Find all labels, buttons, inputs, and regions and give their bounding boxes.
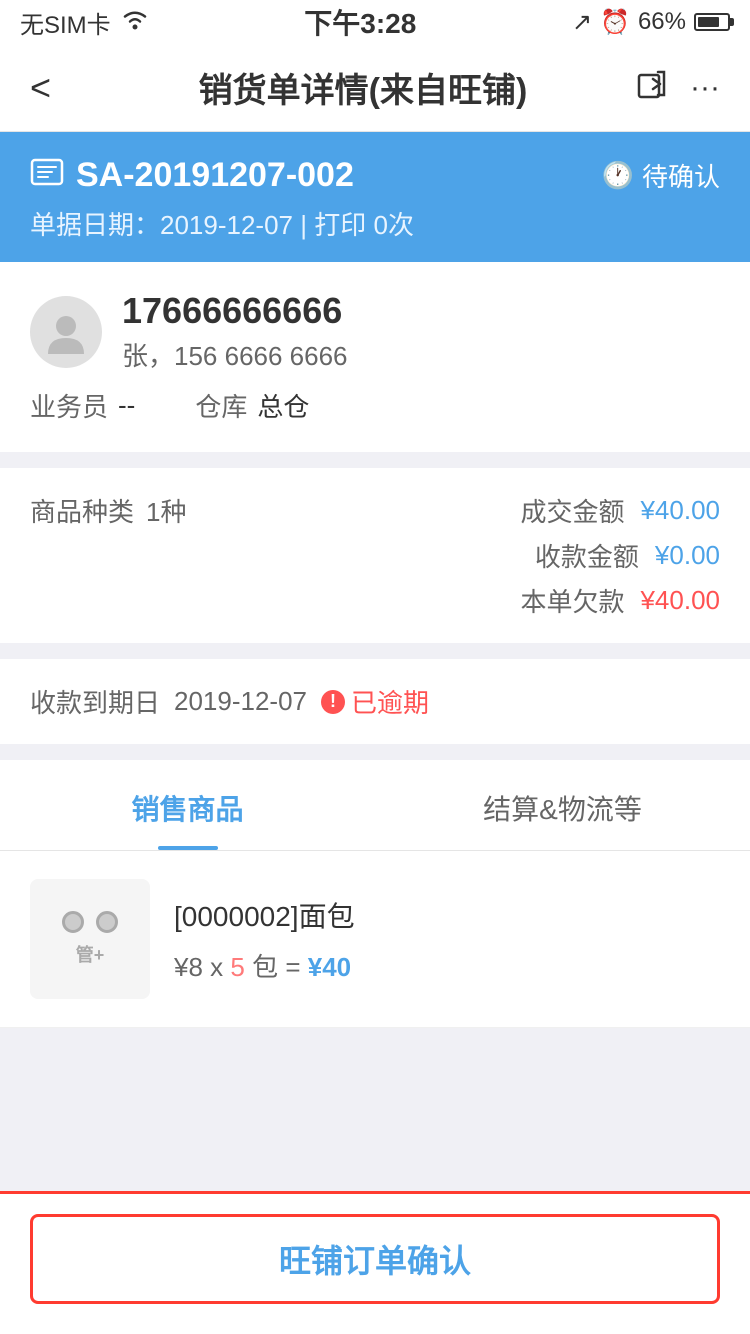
more-button[interactable]: ··· [690,71,720,105]
order-date-row: 单据日期：2019-12-07 | 打印 0次 [30,205,720,242]
price-x: x [210,952,230,982]
product-thumbnail: 管+ [30,879,150,999]
status-clock-icon: 🕐 [602,160,634,191]
print-label: | 打印 [300,210,366,240]
overdue-badge: ! 已逾期 [321,683,429,720]
owl-eye-left [62,911,84,933]
avatar [30,296,102,368]
order-icon [30,156,64,195]
due-section: 收款到期日 2019-12-07 ! 已逾期 [0,659,750,744]
confirm-order-button[interactable]: 旺铺订单确认 [30,1214,720,1304]
summary-grid: 商品种类 1种 成交金额 ¥40.00 收款金额 ¥0.00 本单欠款 ¥40.… [30,492,720,619]
warehouse-label: 仓库 [195,387,247,424]
overdue-dot-icon: ! [321,690,345,714]
product-list: 管+ [0000002]面包 ¥8 x 5 包 = ¥40 [0,851,750,1028]
print-unit: 次 [388,210,414,240]
nav-bar: < 销货单详情(来自旺铺) ··· [0,44,750,132]
sales-value: -- [118,390,135,421]
product-thumb-inner: 管+ [62,911,118,967]
summary-section: 商品种类 1种 成交金额 ¥40.00 收款金额 ¥0.00 本单欠款 ¥40.… [0,468,750,643]
owed-label: 本单欠款 [520,582,624,619]
price-unit-label: 包 [252,952,278,982]
order-id-row: SA-20191207-002 🕐 待确认 [30,156,720,195]
received-value: ¥0.00 [655,540,720,571]
carrier-label: 无SIM卡 [20,5,111,40]
info-row: 业务员 -- 仓库 总仓 [30,387,720,424]
product-type-label: 商品种类 [30,492,134,529]
location-icon: ↗ [572,8,592,37]
tab-section: 销售商品 结算&物流等 管+ [0000002]面包 ¥8 [0,760,750,1028]
customer-row: 17666666666 张，156 6666 6666 [30,290,720,373]
due-date-label: 收款到期日 [30,683,160,720]
tab-products[interactable]: 销售商品 [0,760,375,850]
tab-products-label: 销售商品 [131,794,243,825]
overdue-text: 已逾期 [351,683,429,720]
tab-settlement-label: 结算&物流等 [483,794,642,825]
received-label: 收款金额 [535,537,639,574]
price-unit: ¥8 [174,952,203,982]
status-bar: 无SIM卡 下午3:28 ↗ ⏰ 66% [0,0,750,44]
status-left: 无SIM卡 [20,5,149,40]
date-label: 单据日期： [30,210,160,240]
tab-bar: 销售商品 结算&物流等 [0,760,750,851]
order-header: SA-20191207-002 🕐 待确认 单据日期：2019-12-07 | … [0,132,750,262]
due-date-value: 2019-12-07 [174,686,307,717]
owl-text: 管+ [76,941,105,967]
customer-section: 17666666666 张，156 6666 6666 业务员 -- 仓库 总仓 [0,262,750,452]
amount-info: 成交金额 ¥40.00 收款金额 ¥0.00 本单欠款 ¥40.00 [520,492,720,619]
order-id: SA-20191207-002 [30,156,354,195]
owed-row: 本单欠款 ¥40.00 [520,582,720,619]
page-title: 销货单详情(来自旺铺) [199,63,528,112]
share-button[interactable] [636,67,670,109]
order-date-value: 2019-12-07 [160,210,293,240]
price-qty: 5 [230,952,244,982]
owl-eye-right [96,911,118,933]
print-count: 0 [373,210,387,240]
product-type-value: 1种 [146,492,186,529]
price-total: ¥40 [308,952,351,982]
owed-value: ¥40.00 [640,585,720,616]
alarm-icon: ⏰ [600,8,630,37]
owl-logo [62,911,118,933]
received-row: 收款金额 ¥0.00 [535,537,720,574]
nav-actions: ··· [636,67,720,109]
sales-label: 业务员 [30,387,108,424]
product-info: [0000002]面包 ¥8 x 5 包 = ¥40 [174,895,720,984]
order-id-text: SA-20191207-002 [76,156,354,195]
order-status: 🕐 待确认 [602,157,720,194]
customer-info: 17666666666 张，156 6666 6666 [122,290,348,373]
battery-percent: 66% [638,8,686,36]
table-row: 管+ [0000002]面包 ¥8 x 5 包 = ¥40 [0,851,750,1028]
customer-phone: 17666666666 [122,290,348,332]
sales-info: 业务员 -- [30,387,135,424]
product-price: ¥8 x 5 包 = ¥40 [174,947,720,984]
warehouse-value: 总仓 [257,387,309,424]
warehouse-info: 仓库 总仓 [195,387,309,424]
product-name: [0000002]面包 [174,895,720,935]
status-time: 下午3:28 [304,2,416,42]
amount-row: 成交金额 ¥40.00 [520,492,720,529]
wifi-icon [121,8,149,37]
status-right: ↗ ⏰ 66% [572,8,730,37]
tab-settlement[interactable]: 结算&物流等 [375,760,750,850]
customer-sub: 张，156 6666 6666 [122,336,348,373]
battery-icon [694,13,730,31]
bottom-bar: 旺铺订单确认 [0,1191,750,1334]
product-type-info: 商品种类 1种 [30,492,186,529]
price-equals: = [285,952,307,982]
amount-value: ¥40.00 [640,495,720,526]
back-button[interactable]: < [30,67,90,109]
status-text: 待确认 [642,157,720,194]
amount-label: 成交金额 [520,492,624,529]
